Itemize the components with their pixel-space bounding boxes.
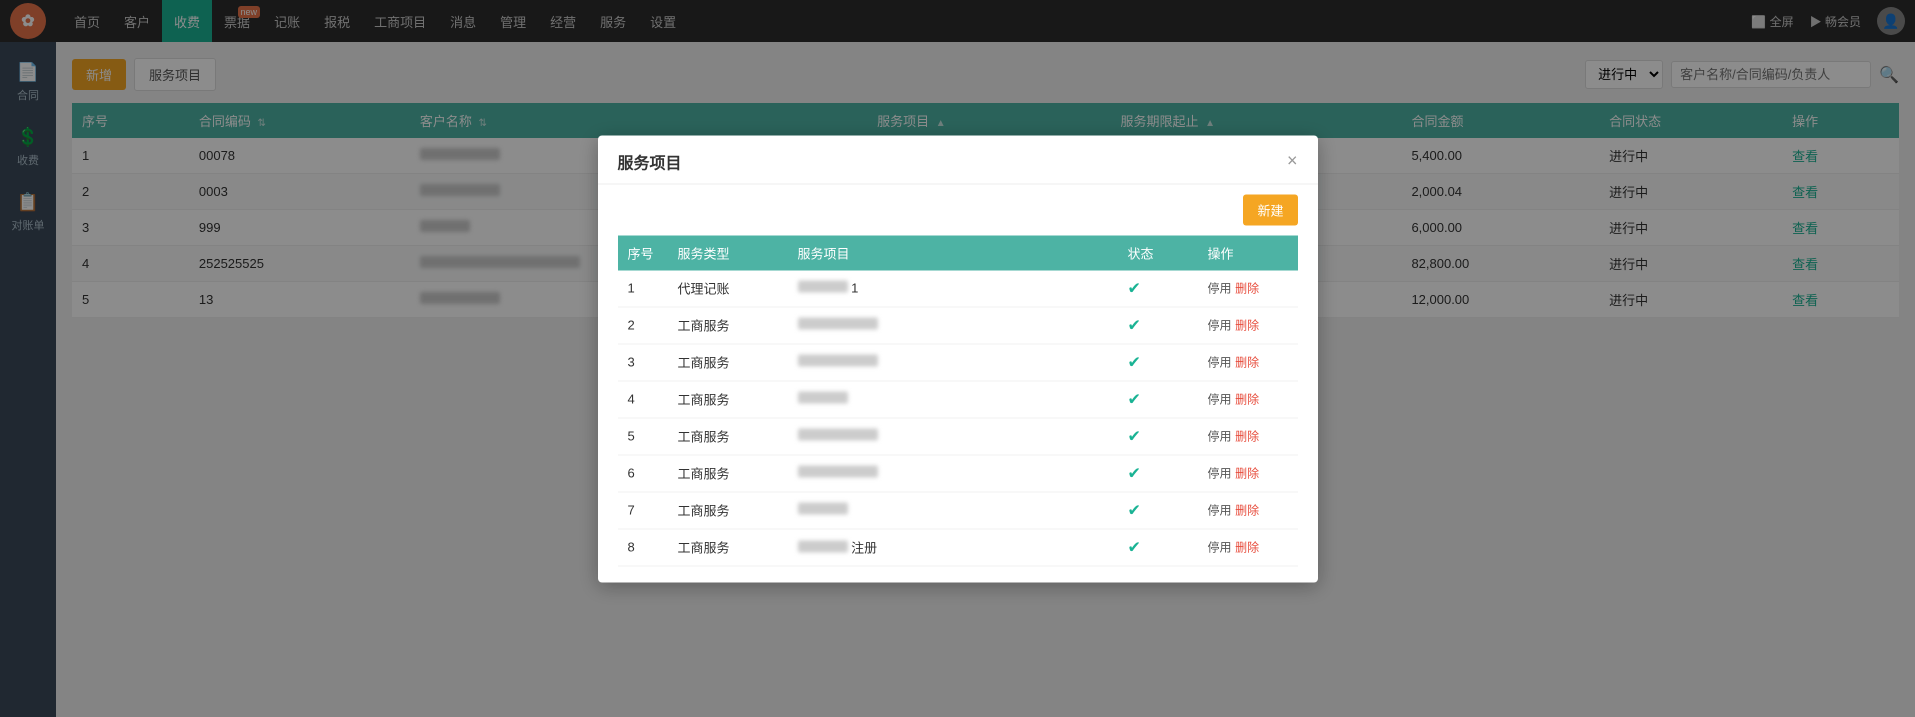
s-type: 工商服务 <box>668 344 788 381</box>
service-table-row: 4 工商服务 ✔ 停用 删除 <box>618 381 1298 418</box>
s-item <box>788 418 1118 455</box>
disable-btn[interactable]: 停用 <box>1208 428 1232 445</box>
s-seq: 2 <box>618 307 668 344</box>
s-action: 停用 删除 <box>1198 270 1298 307</box>
status-check-icon: ✔ <box>1128 465 1141 482</box>
delete-btn[interactable]: 删除 <box>1235 502 1259 519</box>
status-check-icon: ✔ <box>1128 317 1141 334</box>
s-status: ✔ <box>1118 418 1198 455</box>
s-item <box>788 381 1118 418</box>
status-check-icon: ✔ <box>1128 391 1141 408</box>
delete-btn[interactable]: 删除 <box>1235 280 1259 297</box>
service-table-row: 1 代理记账 1 ✔ 停用 删除 <box>618 270 1298 307</box>
s-seq: 5 <box>618 418 668 455</box>
s-type: 代理记账 <box>668 270 788 307</box>
service-table-row: 6 工商服务 ✔ 停用 删除 <box>618 455 1298 492</box>
modal-body: 序号 服务类型 服务项目 状态 操作 1 代理记账 1 ✔ 停用 删除 <box>598 235 1318 582</box>
s-item: 1 <box>788 270 1118 307</box>
s-status: ✔ <box>1118 270 1198 307</box>
s-status: ✔ <box>1118 492 1198 529</box>
s-type: 工商服务 <box>668 381 788 418</box>
s-seq: 8 <box>618 529 668 566</box>
disable-btn[interactable]: 停用 <box>1208 354 1232 371</box>
service-table-row: 5 工商服务 ✔ 停用 删除 <box>618 418 1298 455</box>
s-action: 停用 删除 <box>1198 492 1298 529</box>
disable-btn[interactable]: 停用 <box>1208 391 1232 408</box>
disable-btn[interactable]: 停用 <box>1208 280 1232 297</box>
s-seq: 3 <box>618 344 668 381</box>
service-table-row: 2 工商服务 ✔ 停用 删除 <box>618 307 1298 344</box>
delete-btn[interactable]: 删除 <box>1235 428 1259 445</box>
modal-new-button[interactable]: 新建 <box>1243 194 1297 225</box>
sth-item: 服务项目 <box>788 235 1118 270</box>
s-status: ✔ <box>1118 381 1198 418</box>
modal-toolbar: 新建 <box>598 184 1318 235</box>
sth-status: 状态 <box>1118 235 1198 270</box>
service-table-row: 3 工商服务 ✔ 停用 删除 <box>618 344 1298 381</box>
s-seq: 6 <box>618 455 668 492</box>
disable-btn[interactable]: 停用 <box>1208 539 1232 556</box>
s-item: 注册 <box>788 529 1118 566</box>
s-seq: 4 <box>618 381 668 418</box>
status-check-icon: ✔ <box>1128 502 1141 519</box>
s-status: ✔ <box>1118 455 1198 492</box>
s-action: 停用 删除 <box>1198 381 1298 418</box>
delete-btn[interactable]: 删除 <box>1235 391 1259 408</box>
modal-title: 服务项目 <box>618 149 682 173</box>
s-status: ✔ <box>1118 307 1198 344</box>
s-type: 工商服务 <box>668 455 788 492</box>
s-type: 工商服务 <box>668 529 788 566</box>
s-seq: 7 <box>618 492 668 529</box>
modal-header: 服务项目 × <box>598 135 1318 184</box>
sth-seq: 序号 <box>618 235 668 270</box>
delete-btn[interactable]: 删除 <box>1235 354 1259 371</box>
s-type: 工商服务 <box>668 492 788 529</box>
service-table-row: 8 工商服务 注册 ✔ 停用 删除 <box>618 529 1298 566</box>
status-check-icon: ✔ <box>1128 354 1141 371</box>
s-type: 工商服务 <box>668 307 788 344</box>
s-action: 停用 删除 <box>1198 529 1298 566</box>
sth-action: 操作 <box>1198 235 1298 270</box>
delete-btn[interactable]: 删除 <box>1235 539 1259 556</box>
s-item <box>788 344 1118 381</box>
status-check-icon: ✔ <box>1128 428 1141 445</box>
s-item <box>788 307 1118 344</box>
s-seq: 1 <box>618 270 668 307</box>
status-check-icon: ✔ <box>1128 280 1141 297</box>
sth-type: 服务类型 <box>668 235 788 270</box>
modal-close-button[interactable]: × <box>1287 151 1298 172</box>
disable-btn[interactable]: 停用 <box>1208 465 1232 482</box>
service-modal: 服务项目 × 新建 序号 服务类型 服务项目 状态 操作 1 代理记账 1 <box>598 135 1318 582</box>
service-table: 序号 服务类型 服务项目 状态 操作 1 代理记账 1 ✔ 停用 删除 <box>618 235 1298 566</box>
s-action: 停用 删除 <box>1198 455 1298 492</box>
s-item <box>788 455 1118 492</box>
service-table-row: 7 工商服务 ✔ 停用 删除 <box>618 492 1298 529</box>
delete-btn[interactable]: 删除 <box>1235 317 1259 334</box>
s-action: 停用 删除 <box>1198 344 1298 381</box>
disable-btn[interactable]: 停用 <box>1208 502 1232 519</box>
s-status: ✔ <box>1118 344 1198 381</box>
s-status: ✔ <box>1118 529 1198 566</box>
delete-btn[interactable]: 删除 <box>1235 465 1259 482</box>
disable-btn[interactable]: 停用 <box>1208 317 1232 334</box>
s-item <box>788 492 1118 529</box>
status-check-icon: ✔ <box>1128 539 1141 556</box>
s-action: 停用 删除 <box>1198 307 1298 344</box>
s-action: 停用 删除 <box>1198 418 1298 455</box>
s-type: 工商服务 <box>668 418 788 455</box>
